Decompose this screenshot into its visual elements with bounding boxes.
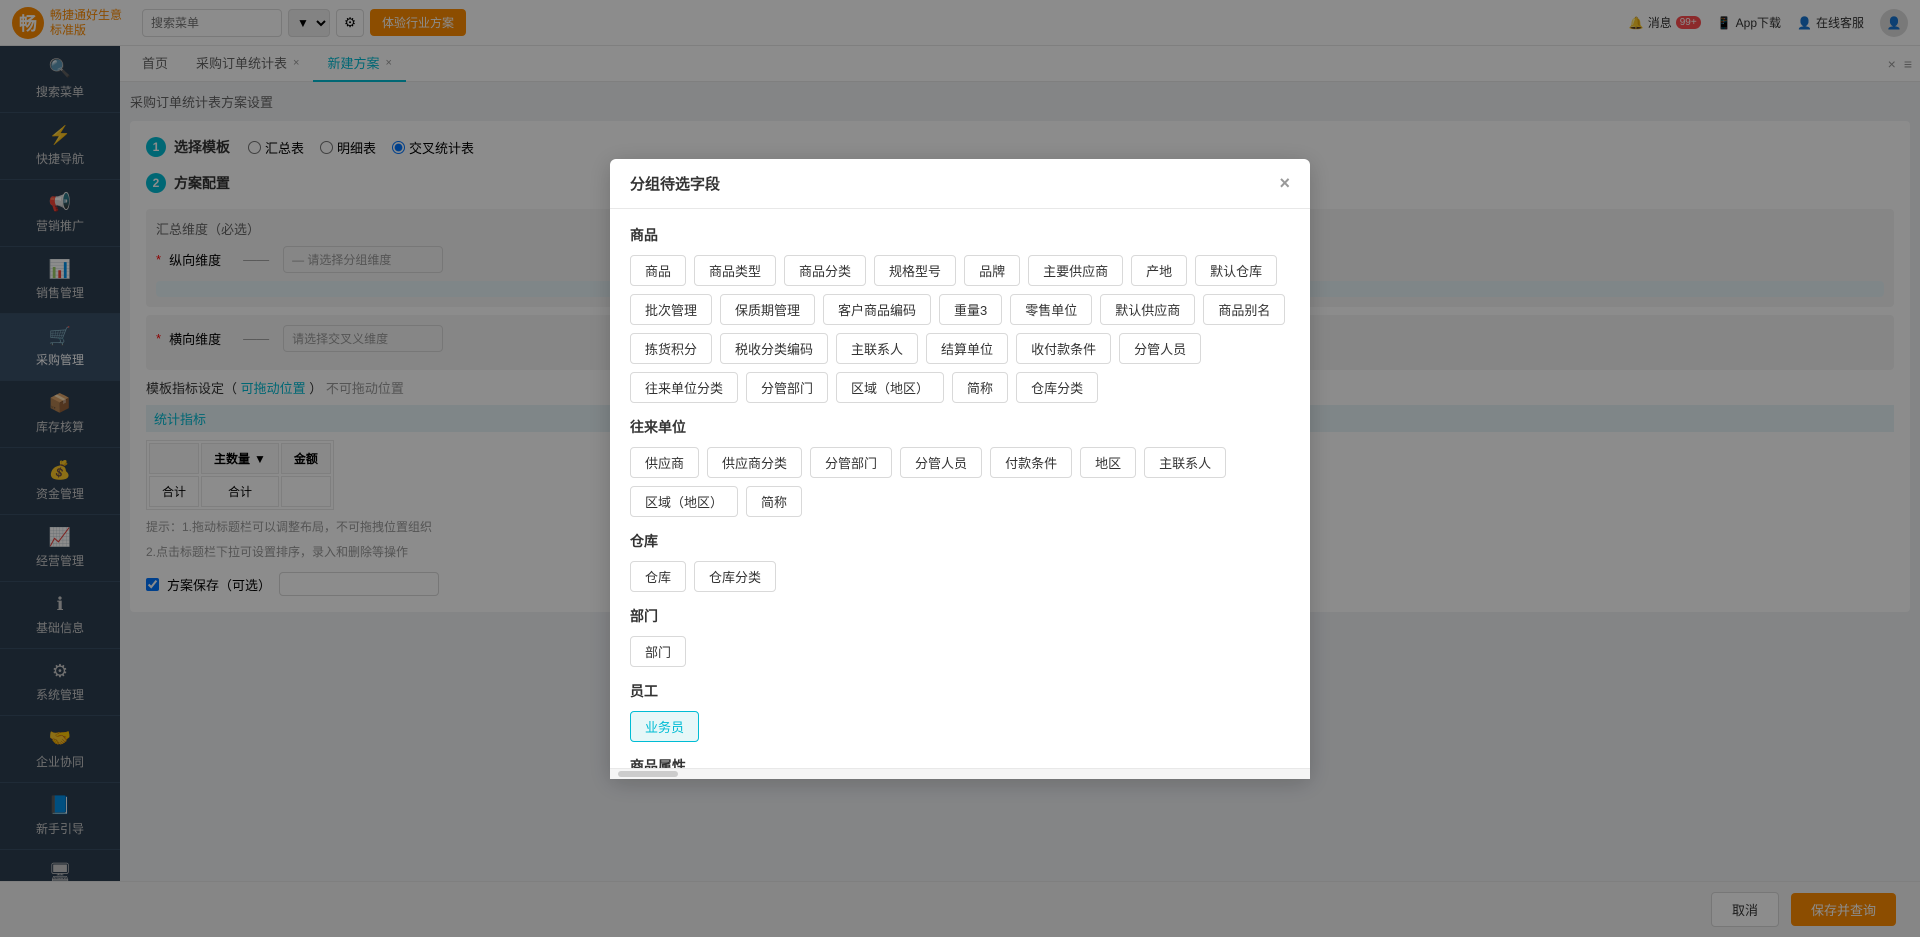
tag-goods-22[interactable]: 分管部门: [746, 372, 828, 403]
tag-goods-12[interactable]: 零售单位: [1010, 294, 1092, 325]
tag-warehouse-1[interactable]: 仓库分类: [694, 561, 776, 592]
section-title-warehouse: 仓库: [630, 531, 1290, 551]
tag-goods-20[interactable]: 分管人员: [1119, 333, 1201, 364]
tag-goods-3[interactable]: 规格型号: [874, 255, 956, 286]
tag-grid-partner: 供应商 供应商分类 分管部门 分管人员 付款条件 地区 主联系人 区域（地区） …: [630, 447, 1290, 517]
modal-close-button[interactable]: ×: [1279, 173, 1290, 194]
tag-grid-goods: 商品 商品类型 商品分类 规格型号 品牌 主要供应商 产地 默认仓库 批次管理 …: [630, 255, 1290, 403]
tag-goods-25[interactable]: 仓库分类: [1016, 372, 1098, 403]
tag-goods-10[interactable]: 客户商品编码: [823, 294, 931, 325]
tag-partner-7[interactable]: 区域（地区）: [630, 486, 738, 517]
section-title-attrs: 商品属性: [630, 756, 1290, 769]
tag-dept-0[interactable]: 部门: [630, 636, 686, 667]
tag-goods-21[interactable]: 往来单位分类: [630, 372, 738, 403]
modal-dialog: 分组待选字段 × 商品 商品 商品类型 商品分类 规格型号 品牌 主要供应商 产…: [610, 159, 1310, 779]
tag-warehouse-0[interactable]: 仓库: [630, 561, 686, 592]
tag-grid-warehouse: 仓库 仓库分类: [630, 561, 1290, 592]
tag-partner-8[interactable]: 简称: [746, 486, 802, 517]
tag-partner-5[interactable]: 地区: [1080, 447, 1136, 478]
tag-goods-17[interactable]: 主联系人: [836, 333, 918, 364]
tag-goods-8[interactable]: 批次管理: [630, 294, 712, 325]
tag-goods-23[interactable]: 区域（地区）: [836, 372, 944, 403]
tag-goods-24[interactable]: 简称: [952, 372, 1008, 403]
tag-grid-staff: 业务员: [630, 711, 1290, 742]
tag-partner-1[interactable]: 供应商分类: [707, 447, 802, 478]
tag-staff-0[interactable]: 业务员: [630, 711, 699, 742]
tag-partner-6[interactable]: 主联系人: [1144, 447, 1226, 478]
tag-goods-9[interactable]: 保质期管理: [720, 294, 815, 325]
tag-goods-19[interactable]: 收付款条件: [1016, 333, 1111, 364]
modal-body: 商品 商品 商品类型 商品分类 规格型号 品牌 主要供应商 产地 默认仓库 批次…: [610, 209, 1310, 769]
tag-goods-1[interactable]: 商品类型: [694, 255, 776, 286]
tag-partner-0[interactable]: 供应商: [630, 447, 699, 478]
tag-goods-4[interactable]: 品牌: [964, 255, 1020, 286]
modal-title: 分组待选字段: [630, 173, 720, 194]
tag-goods-18[interactable]: 结算单位: [926, 333, 1008, 364]
section-title-staff: 员工: [630, 681, 1290, 701]
section-title-partner: 往来单位: [630, 417, 1290, 437]
tag-goods-7[interactable]: 默认仓库: [1195, 255, 1277, 286]
modal-header: 分组待选字段 ×: [610, 159, 1310, 209]
tag-partner-4[interactable]: 付款条件: [990, 447, 1072, 478]
section-title-dept: 部门: [630, 606, 1290, 626]
tag-goods-2[interactable]: 商品分类: [784, 255, 866, 286]
tag-goods-6[interactable]: 产地: [1131, 255, 1187, 286]
modal-hscrollbar[interactable]: [610, 768, 1310, 778]
tag-goods-11[interactable]: 重量3: [939, 294, 1002, 325]
tag-goods-0[interactable]: 商品: [630, 255, 686, 286]
tag-grid-dept: 部门: [630, 636, 1290, 667]
tag-goods-16[interactable]: 税收分类编码: [720, 333, 828, 364]
modal-overlay: 分组待选字段 × 商品 商品 商品类型 商品分类 规格型号 品牌 主要供应商 产…: [0, 0, 1920, 937]
tag-goods-13[interactable]: 默认供应商: [1100, 294, 1195, 325]
tag-partner-3[interactable]: 分管人员: [900, 447, 982, 478]
tag-goods-5[interactable]: 主要供应商: [1028, 255, 1123, 286]
section-title-goods: 商品: [630, 225, 1290, 245]
tag-goods-14[interactable]: 商品别名: [1203, 294, 1285, 325]
tag-partner-2[interactable]: 分管部门: [810, 447, 892, 478]
tag-goods-15[interactable]: 拣货积分: [630, 333, 712, 364]
